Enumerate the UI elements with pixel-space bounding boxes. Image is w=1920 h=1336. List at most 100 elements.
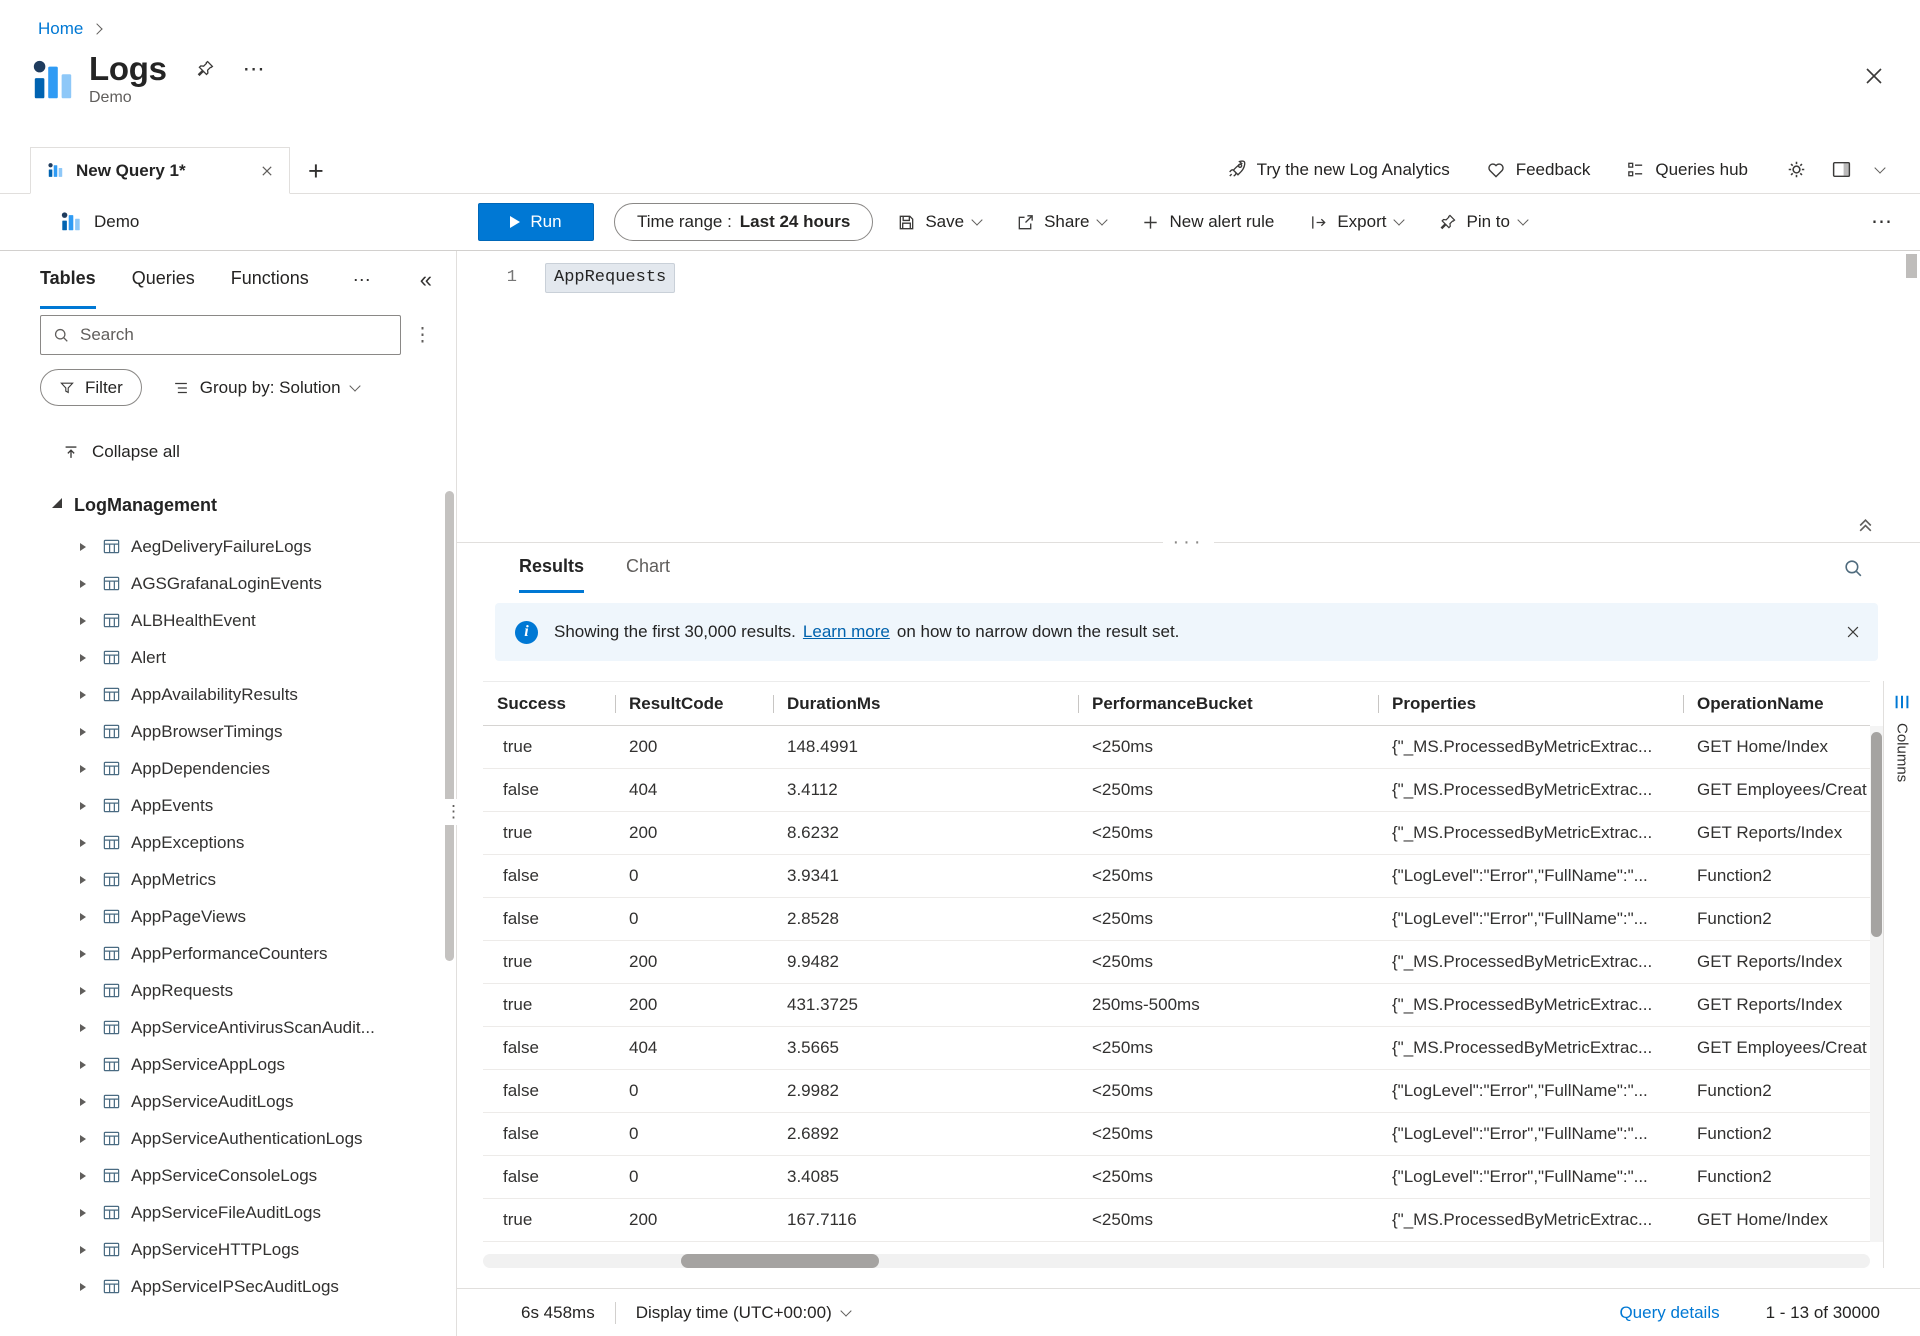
banner-close-icon[interactable] bbox=[1846, 625, 1860, 639]
search-input[interactable] bbox=[80, 325, 388, 345]
expand-chevron-icon[interactable] bbox=[80, 1209, 86, 1217]
table-row[interactable]: false 0 2.9982 <250ms {"LogLevel":"Error… bbox=[483, 1070, 1870, 1113]
collapse-sidebar-icon[interactable]: « bbox=[420, 267, 432, 293]
tree-item[interactable]: AppRequests bbox=[0, 972, 456, 1009]
expand-chevron-icon[interactable] bbox=[80, 950, 86, 958]
search-box[interactable] bbox=[40, 315, 401, 355]
column-header[interactable]: PerformanceBucket bbox=[1078, 682, 1378, 726]
breadcrumb-home-link[interactable]: Home bbox=[38, 19, 83, 39]
sidebar-tabs-more-icon[interactable]: ⋯ bbox=[353, 270, 371, 291]
tree-item[interactable]: AppExceptions bbox=[0, 824, 456, 861]
expand-chevron-icon[interactable] bbox=[80, 802, 86, 810]
vertical-scrollbar[interactable] bbox=[1870, 726, 1883, 1242]
save-button[interactable]: Save bbox=[886, 212, 992, 232]
expand-chevron-icon[interactable] bbox=[80, 765, 86, 773]
try-new-log-analytics-button[interactable]: Try the new Log Analytics bbox=[1226, 159, 1450, 180]
expand-chevron-icon[interactable] bbox=[80, 876, 86, 884]
expand-chevron-icon[interactable] bbox=[80, 543, 86, 551]
table-row[interactable]: false 404 3.5665 <250ms {"_MS.ProcessedB… bbox=[483, 1027, 1870, 1070]
expand-chevron-icon[interactable] bbox=[80, 1098, 86, 1106]
filter-button[interactable]: Filter bbox=[40, 369, 142, 406]
tree-item[interactable]: AppPerformanceCounters bbox=[0, 935, 456, 972]
expand-chevron-icon[interactable] bbox=[80, 987, 86, 995]
new-alert-rule-button[interactable]: New alert rule bbox=[1130, 212, 1285, 232]
column-header[interactable]: ResultCode bbox=[615, 682, 773, 726]
share-button[interactable]: Share bbox=[1005, 212, 1117, 232]
vertical-scrollbar-thumb[interactable] bbox=[1871, 732, 1882, 937]
tree-item[interactable]: AppMetrics bbox=[0, 861, 456, 898]
new-tab-icon[interactable]: + bbox=[308, 161, 324, 181]
sidebar-resize-grip[interactable]: ⋮ bbox=[444, 799, 463, 825]
table-row[interactable]: true 200 148.4991 <250ms {"_MS.Processed… bbox=[483, 726, 1870, 769]
expand-chevron-icon[interactable] bbox=[80, 691, 86, 699]
chevron-down-icon[interactable] bbox=[1874, 162, 1885, 173]
tab-results[interactable]: Results bbox=[519, 543, 584, 593]
run-button[interactable]: Run bbox=[478, 203, 594, 241]
expand-chevron-icon[interactable] bbox=[80, 1283, 86, 1291]
expand-chevron-icon[interactable] bbox=[80, 913, 86, 921]
time-range-picker[interactable]: Time range : Last 24 hours bbox=[614, 203, 873, 241]
expand-chevron-icon[interactable] bbox=[80, 1024, 86, 1032]
tab-tables[interactable]: Tables bbox=[40, 251, 96, 309]
feedback-button[interactable]: Feedback bbox=[1486, 160, 1591, 180]
table-row[interactable]: true 200 167.7116 <250ms {"_MS.Processed… bbox=[483, 1199, 1870, 1242]
pin-blade-icon[interactable] bbox=[195, 59, 215, 79]
tree-item[interactable]: AegDeliveryFailureLogs bbox=[0, 528, 456, 565]
expand-chevron-icon[interactable] bbox=[80, 654, 86, 662]
export-button[interactable]: Export bbox=[1298, 212, 1414, 232]
collapse-all-button[interactable]: Collapse all bbox=[0, 406, 456, 462]
tree-item[interactable]: ALBHealthEvent bbox=[0, 602, 456, 639]
tab-queries[interactable]: Queries bbox=[132, 251, 195, 309]
tree-item[interactable]: AppServiceAppLogs bbox=[0, 1046, 456, 1083]
expand-chevron-icon[interactable] bbox=[80, 1172, 86, 1180]
tab-chart[interactable]: Chart bbox=[626, 543, 670, 593]
collapse-editor-icon[interactable] bbox=[1857, 517, 1874, 534]
command-bar-more-icon[interactable]: ⋯ bbox=[1871, 218, 1894, 226]
tab-close-icon[interactable] bbox=[261, 165, 273, 177]
table-row[interactable]: true 200 431.3725 250ms-500ms {"_MS.Proc… bbox=[483, 984, 1870, 1027]
table-row[interactable]: false 0 3.4085 <250ms {"LogLevel":"Error… bbox=[483, 1156, 1870, 1199]
learn-more-link[interactable]: Learn more bbox=[803, 622, 890, 642]
tree-item[interactable]: AppServiceIPSecAuditLogs bbox=[0, 1268, 456, 1305]
blade-more-icon[interactable]: ⋯ bbox=[243, 64, 267, 74]
expand-chevron-icon[interactable] bbox=[80, 580, 86, 588]
tree-item[interactable]: AppServiceAuditLogs bbox=[0, 1083, 456, 1120]
tree-item[interactable]: AppDependencies bbox=[0, 750, 456, 787]
sidebar-scrollbar-thumb[interactable] bbox=[445, 491, 454, 961]
group-by-dropdown[interactable]: Group by: Solution bbox=[172, 378, 359, 398]
tree-item[interactable]: AppServiceHTTPLogs bbox=[0, 1231, 456, 1268]
table-row[interactable]: false 404 3.4112 <250ms {"_MS.ProcessedB… bbox=[483, 769, 1870, 812]
results-search-icon[interactable] bbox=[1843, 558, 1864, 579]
settings-gear-icon[interactable] bbox=[1786, 159, 1807, 180]
column-header[interactable]: DurationMs bbox=[773, 682, 1078, 726]
tree-item[interactable]: AppEvents bbox=[0, 787, 456, 824]
editor-scrollbar-thumb[interactable] bbox=[1906, 254, 1917, 278]
table-row[interactable]: false 0 2.6892 <250ms {"LogLevel":"Error… bbox=[483, 1113, 1870, 1156]
expand-chevron-icon[interactable] bbox=[80, 839, 86, 847]
query-editor[interactable]: 1 AppRequests ··· bbox=[457, 251, 1920, 543]
table-row[interactable]: true 200 8.6232 <250ms {"_MS.ProcessedBy… bbox=[483, 812, 1870, 855]
tree-group-logmanagement[interactable]: LogManagement bbox=[0, 488, 456, 522]
pin-to-button[interactable]: Pin to bbox=[1427, 212, 1537, 232]
horizontal-scrollbar-thumb[interactable] bbox=[681, 1254, 879, 1268]
table-row[interactable]: false 0 2.8528 <250ms {"LogLevel":"Error… bbox=[483, 898, 1870, 941]
tree-item[interactable]: AppServiceConsoleLogs bbox=[0, 1157, 456, 1194]
tree-item[interactable]: AppBrowserTimings bbox=[0, 713, 456, 750]
tree-item[interactable]: AppServiceAntivirusScanAudit... bbox=[0, 1009, 456, 1046]
tab-functions[interactable]: Functions bbox=[231, 251, 309, 309]
horizontal-scrollbar[interactable] bbox=[483, 1254, 1870, 1268]
tab-new-query-1[interactable]: New Query 1* bbox=[30, 147, 290, 194]
column-header[interactable]: Properties bbox=[1378, 682, 1683, 726]
expand-chevron-icon[interactable] bbox=[80, 1135, 86, 1143]
expand-chevron-icon[interactable] bbox=[80, 1246, 86, 1254]
table-row[interactable]: true 200 9.9482 <250ms {"_MS.ProcessedBy… bbox=[483, 941, 1870, 984]
scope-picker[interactable]: Demo bbox=[0, 211, 478, 233]
tree-item[interactable]: AppPageViews bbox=[0, 898, 456, 935]
expand-chevron-icon[interactable] bbox=[80, 1061, 86, 1069]
table-row[interactable]: false 0 3.9341 <250ms {"LogLevel":"Error… bbox=[483, 855, 1870, 898]
expand-chevron-icon[interactable] bbox=[80, 617, 86, 625]
expand-chevron-icon[interactable] bbox=[80, 728, 86, 736]
queries-hub-button[interactable]: Queries hub bbox=[1626, 160, 1748, 180]
tree-item[interactable]: Alert bbox=[0, 639, 456, 676]
display-time-dropdown[interactable]: Display time (UTC+00:00) bbox=[636, 1303, 850, 1323]
